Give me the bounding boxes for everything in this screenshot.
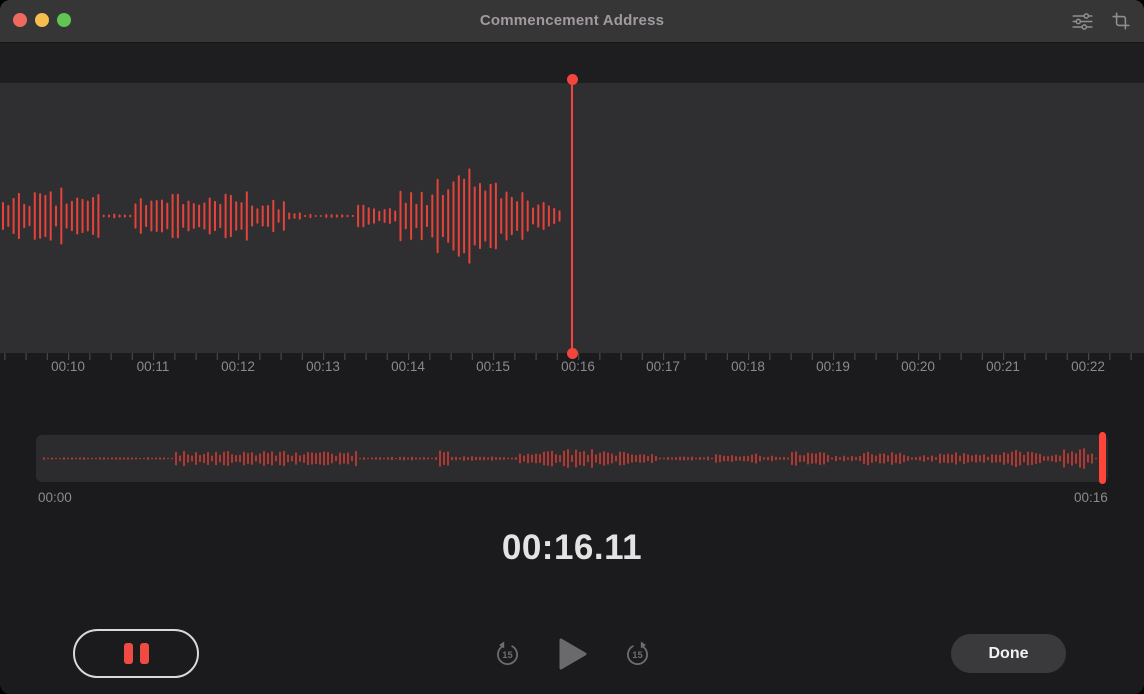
done-button[interactable]: Done (951, 634, 1066, 673)
playhead-line (571, 79, 573, 353)
timeline-label: 00:20 (901, 359, 935, 374)
timeline-labels: 00:0900:1000:1100:1200:1300:1400:1500:16… (0, 359, 1144, 379)
timeline-label: 00:11 (137, 359, 170, 374)
elapsed-time-display: 00:16.11 (0, 528, 1144, 568)
crop-icon[interactable] (1112, 12, 1130, 30)
playhead-bottom-handle[interactable] (567, 348, 578, 359)
pause-icon (124, 643, 133, 664)
timeline-label: 00:16 (561, 359, 595, 374)
timeline-label: 00:17 (646, 359, 680, 374)
play-button[interactable] (559, 638, 587, 670)
pause-icon (140, 643, 149, 664)
playback-settings-icon[interactable] (1072, 13, 1093, 30)
playhead-top-handle[interactable] (567, 74, 578, 85)
forward-15-icon: 15 (624, 640, 651, 667)
voice-memos-window: Commencement Address (0, 0, 1144, 694)
play-icon (559, 638, 587, 670)
svg-text:15: 15 (502, 650, 512, 660)
timeline-label: 00:10 (51, 359, 85, 374)
overview-start-time: 00:00 (38, 490, 72, 505)
timeline-label: 00:22 (1071, 359, 1105, 374)
timeline-label: 00:13 (306, 359, 340, 374)
overview-scrubber[interactable] (36, 435, 1108, 482)
timeline-label: 00:21 (986, 359, 1020, 374)
overview-position-marker[interactable] (1099, 432, 1106, 484)
rewind-15-button[interactable]: 15 (494, 640, 521, 667)
rewind-15-icon: 15 (494, 640, 521, 667)
svg-text:15: 15 (632, 650, 642, 660)
pause-button[interactable] (73, 629, 199, 678)
timeline-label: 00:15 (476, 359, 510, 374)
window-title: Commencement Address (0, 0, 1144, 42)
timeline-label: 00:14 (391, 359, 425, 374)
title-bar: Commencement Address (0, 0, 1144, 43)
timeline-label: 00:18 (731, 359, 765, 374)
forward-15-button[interactable]: 15 (624, 640, 651, 667)
timeline-label: 00:19 (816, 359, 850, 374)
overview-end-time: 00:16 (1074, 490, 1108, 505)
timeline-label: 00:12 (221, 359, 255, 374)
